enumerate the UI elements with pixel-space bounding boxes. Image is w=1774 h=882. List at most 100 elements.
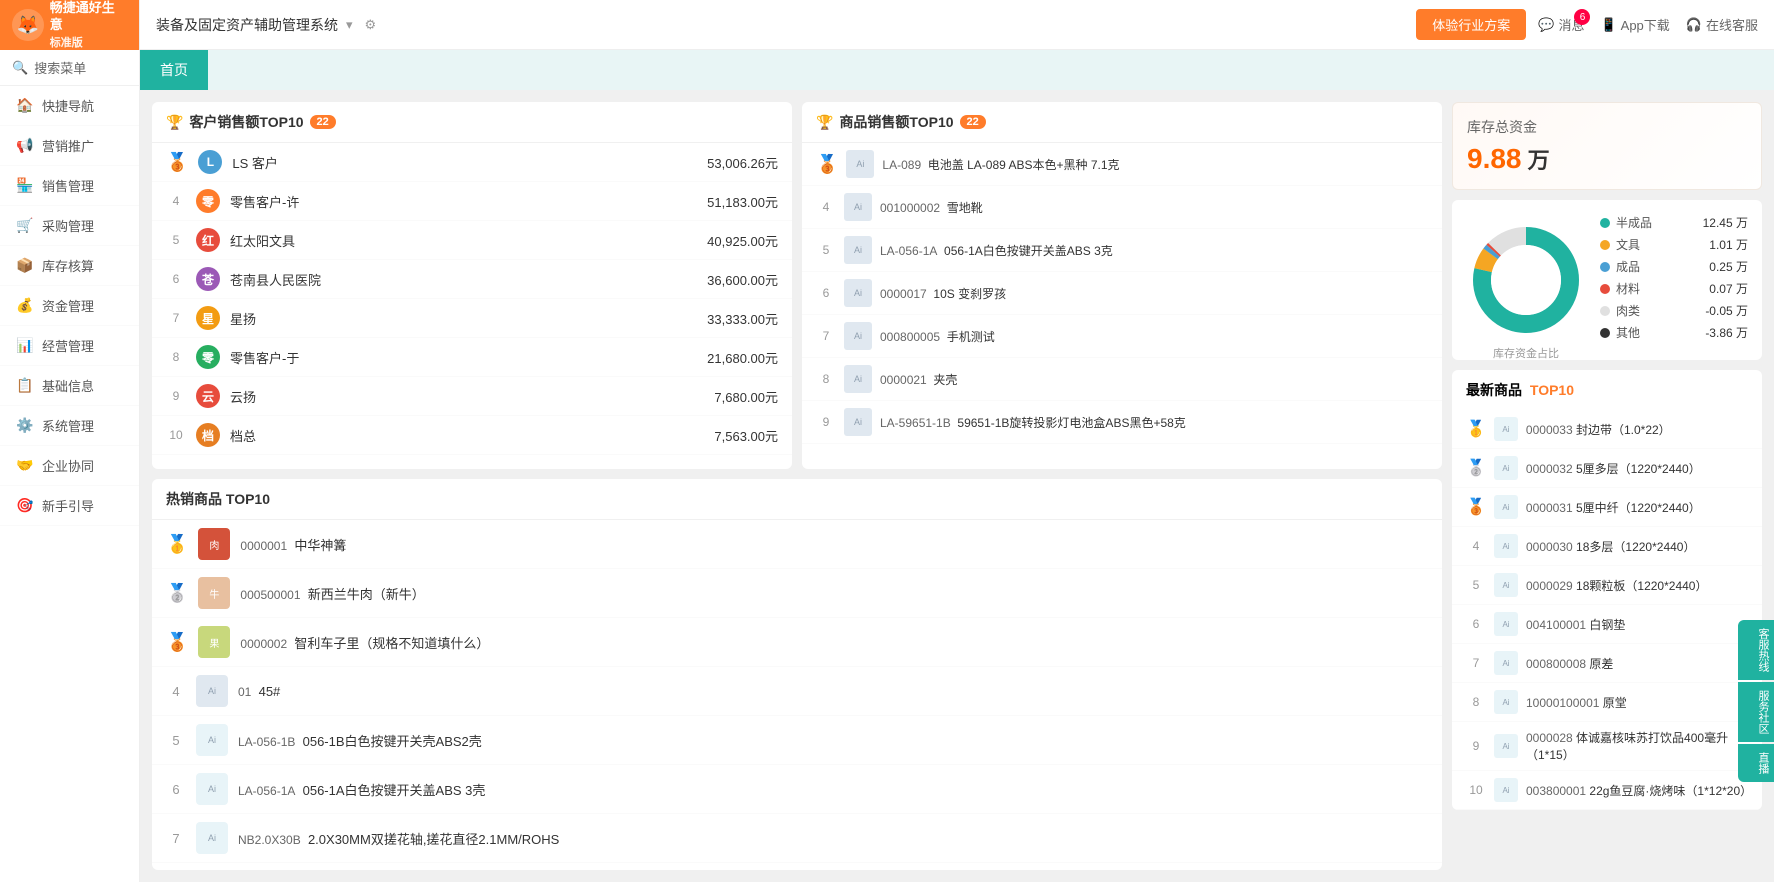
hot-rank-3: 4 [166,684,186,699]
nav-label-2: 销售管理 [42,176,94,195]
np-img-2: Ai [1494,495,1518,519]
left-panel: 🏆 客户销售额TOP10 22 🥉 L LS 客户 53,006.26元 4 [152,102,1442,870]
rank-num-1: 4 [166,194,186,208]
dropdown-icon[interactable]: ▾ [346,17,353,33]
nav-item-5[interactable]: 💰 资金管理 [0,286,139,326]
legend-name-2: 成品 [1616,258,1703,275]
hot-info-1: 000500001 新西兰牛肉（新牛） [240,584,1428,603]
nav-label-8: 系统管理 [42,416,94,435]
table-row: 9 云 云扬 7,680.00元 [152,377,792,416]
customer-ranking-header: 🏆 客户销售额TOP10 22 [152,102,792,143]
float-btn-1[interactable]: 服务社区 [1738,682,1774,742]
legend-val-3: 0.07 万 [1709,280,1748,297]
customer-name-0: LS 客户 [232,153,697,172]
customer-badge-4: 星 [196,306,220,330]
nav-item-10[interactable]: 🎯 新手引导 [0,486,139,526]
np-medal-1: 🥈 [1466,458,1486,478]
table-row: 🥉 L LS 客户 53,006.26元 [152,143,792,182]
rank-num-7: 10 [166,428,186,442]
hot-medal-1: 🥈 [166,583,188,604]
headset-icon: 🎧 [1686,17,1702,33]
message-btn[interactable]: 💬 消息 6 [1538,15,1584,34]
nav-icon-4: 📦 [16,257,34,275]
np-img-4: Ai [1494,573,1518,597]
nav-label-0: 快捷导航 [42,96,94,115]
list-item: 🥇 肉 0000001 中华神篝 [152,520,1442,569]
prod-info-5: 0000021 夹壳 [880,371,1428,388]
hot-info-6: NB2.0X30B 2.0X30MM双搓花轴,搓花直径2.1MM/ROHS [238,829,1428,848]
legend-val-2: 0.25 万 [1709,258,1748,275]
nav-item-6[interactable]: 📊 经营管理 [0,326,139,366]
nav-label-5: 资金管理 [42,296,94,315]
nav-icon-8: ⚙️ [16,417,34,435]
nav-item-9[interactable]: 🤝 企业协同 [0,446,139,486]
new-products-list: 🥇 Ai 0000033 封边带（1.0*22） 🥈 Ai 0000032 5厘… [1452,410,1762,810]
nav-item-0[interactable]: 🏠 快捷导航 [0,86,139,126]
list-item: 🥉 果 0000002 智利车子里（规格不知道填什么） [152,618,1442,667]
prod-img-1: Ai [844,193,872,221]
customer-ranking-title: 客户销售额TOP10 [189,112,303,132]
search-menu-label: 搜索菜单 [34,58,86,77]
customer-amount-2: 40,925.00元 [707,231,778,250]
np-info-8: 0000028 体诚嘉核味苏打饮品400毫升（1*15） [1526,729,1748,763]
nav-label-10: 新手引导 [42,496,94,515]
legend-dot-0 [1600,218,1610,228]
prod-info-6: LA-59651-1B 59651-1B旋转投影灯电池盒ABS黑色+58克 [880,414,1428,431]
table-row: 9 Ai LA-59651-1B 59651-1B旋转投影灯电池盒ABS黑色+5… [802,401,1442,444]
nav-item-8[interactable]: ⚙️ 系统管理 [0,406,139,446]
list-item: 5 Ai 0000029 18颗粒板（1220*2440） [1452,566,1762,605]
hot-medal-0: 🥇 [166,534,188,555]
table-row: 8 零 零售客户-于 21,680.00元 [152,338,792,377]
rank-num-4: 7 [166,311,186,325]
legend-item-1: 文具 1.01 万 [1600,236,1748,253]
prod-info-1: 001000002 雪地靴 [880,199,1428,216]
hot-rank-6: 7 [166,831,186,846]
table-row: 6 Ai 0000017 10S 变刹罗孩 [802,272,1442,315]
search-menu[interactable]: 🔍 搜索菜单 [0,50,139,86]
legend-val-1: 1.01 万 [1709,236,1748,253]
product-ranking-card: 🏆 商品销售额TOP10 22 🥉 Ai LA-089 电池盖 LA-089 A… [802,102,1442,469]
settings-icon[interactable]: ⚙ [365,17,377,33]
nav-icon-2: 🏪 [16,177,34,195]
home-tab[interactable]: 首页 [140,50,208,90]
np-rank-6: 7 [1466,656,1486,670]
nav-item-3[interactable]: 🛒 采购管理 [0,206,139,246]
nav-menu: 🏠 快捷导航 📢 营销推广 🏪 销售管理 🛒 采购管理 📦 库存核算 💰 资金管… [0,86,139,882]
customer-amount-3: 36,600.00元 [707,270,778,289]
topbar-system: 装备及固定资产辅助管理系统 ▾ ⚙ [156,15,1404,35]
nav-icon-6: 📊 [16,337,34,355]
list-item: 4 Ai 01 45# [152,667,1442,716]
prod-img-5: Ai [844,365,872,393]
customer-amount-0: 53,006.26元 [707,153,778,172]
sidebar: 🦊 畅捷通好生意 标准版 🔍 搜索菜单 🏠 快捷导航 📢 营销推广 🏪 销售管理… [0,0,140,882]
prod-rank-3: 6 [816,286,836,300]
np-rank-8: 9 [1466,739,1486,753]
legend-dot-2 [1600,262,1610,272]
np-info-2: 0000031 5厘中纤（1220*2440） [1526,499,1748,516]
nav-item-1[interactable]: 📢 营销推广 [0,126,139,166]
online-service-btn[interactable]: 🎧 在线客服 [1686,15,1758,34]
float-btn-0[interactable]: 客服热线 [1738,620,1774,680]
nav-item-7[interactable]: 📋 基础信息 [0,366,139,406]
prod-img-6: Ai [844,408,872,436]
customer-badge-2: 红 [196,228,220,252]
customer-badge-5: 零 [196,345,220,369]
hot-info-2: 0000002 智利车子里（规格不知道填什么） [240,633,1428,652]
list-item: 9 Ai 0000028 体诚嘉核味苏打饮品400毫升（1*15） [1452,722,1762,771]
customer-name-1: 零售客户-许 [230,192,697,211]
product-ranking-title: 商品销售额TOP10 [839,112,953,132]
customer-name-2: 红太阳文具 [230,231,697,250]
trial-btn[interactable]: 体验行业方案 [1416,9,1526,40]
customer-badge-3: 苍 [196,267,220,291]
np-info-9: 003800001 22g鱼豆腐·烧烤味（1*12*20） [1526,782,1748,799]
np-rank-5: 6 [1466,617,1486,631]
app-download-label: App下载 [1621,15,1670,34]
app-download-btn[interactable]: 📱 App下载 [1600,15,1669,34]
prod-medal-0: 🥉 [816,154,838,175]
hot-products-header: 热销商品 TOP10 [152,479,1442,520]
np-rank-3: 4 [1466,539,1486,553]
nav-item-2[interactable]: 🏪 销售管理 [0,166,139,206]
np-info-6: 000800008 原差 [1526,655,1748,672]
nav-item-4[interactable]: 📦 库存核算 [0,246,139,286]
float-btn-2[interactable]: 直播 [1738,744,1774,782]
